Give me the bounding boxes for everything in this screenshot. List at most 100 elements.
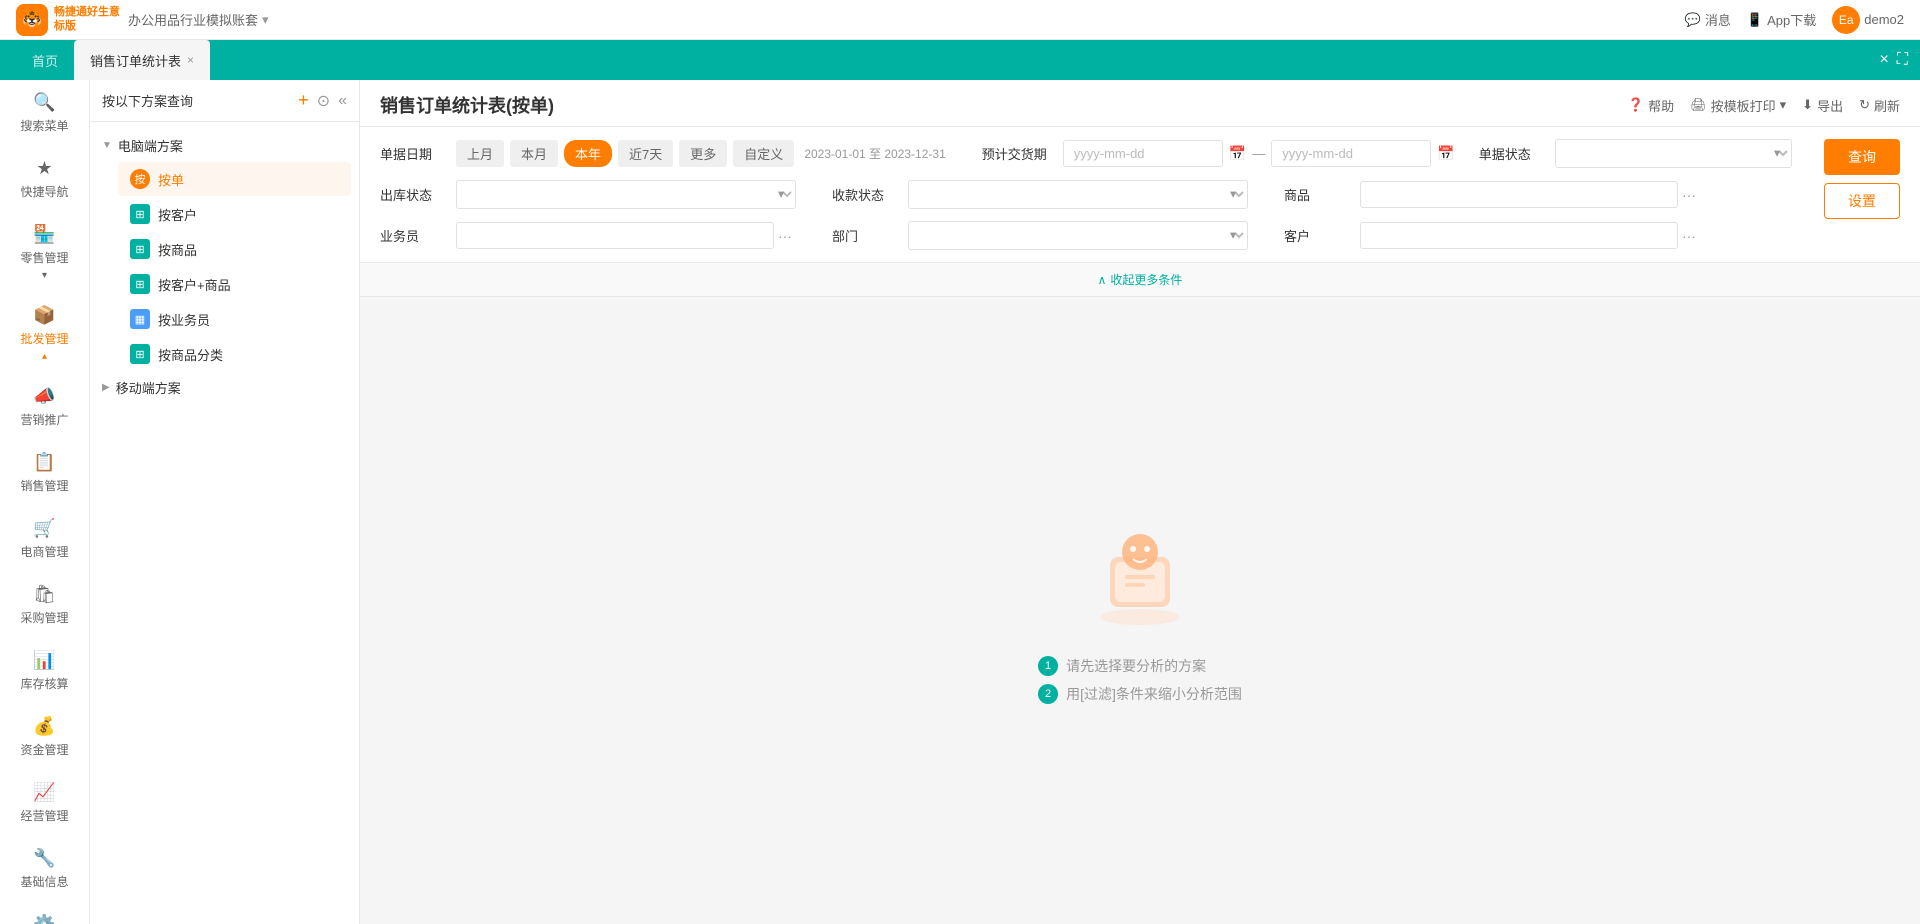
date-btn-last-month[interactable]: 上月	[456, 140, 504, 167]
message-action[interactable]: 💬 消息	[1685, 10, 1731, 29]
sidebar-item-finance[interactable]: 💰 资金管理	[0, 704, 89, 770]
salesman-input[interactable]	[456, 222, 774, 249]
date-btn-7days[interactable]: 近7天	[618, 140, 673, 167]
scheme-list: ▼ 电脑端方案 按 按单 ⊞ 按客户 ⊞	[90, 122, 359, 924]
out-status-label: 出库状态	[380, 185, 440, 204]
scheme-icon-by-order: 按	[130, 169, 150, 189]
export-label: 导出	[1817, 96, 1843, 115]
retail-expand-icon: ▾	[42, 270, 47, 281]
sidebar-sales-label: 销售管理	[20, 477, 68, 494]
empty-state: 1 请先选择要分析的方案 2 用[过滤]条件来缩小分析范围	[360, 297, 1920, 924]
export-button[interactable]: ⬇ 导出	[1802, 96, 1843, 115]
filter-row-1: 单据日期 上月 本月 本年 近7天 更多 自定义 2023-01-01 至 20…	[380, 139, 1792, 168]
empty-svg	[1080, 517, 1200, 637]
date-btn-this-month[interactable]: 本月	[510, 140, 558, 167]
scheme-item-by-order-label: 按单	[158, 170, 184, 189]
scheme-item-by-category[interactable]: ⊞ 按商品分类	[118, 337, 351, 371]
expected-date-from[interactable]	[1063, 140, 1223, 167]
finance-icon: 💰	[33, 716, 55, 737]
scheme-item-by-goods[interactable]: ⊞ 按商品	[118, 232, 351, 266]
query-button[interactable]: 查询	[1824, 139, 1900, 175]
collapse-text: 收起更多条件	[1110, 271, 1182, 288]
scheme-panel-actions: + ⊙ «	[298, 90, 347, 111]
user-action[interactable]: Ea demo2	[1832, 6, 1904, 34]
scheme-group-mobile-label: 移动端方案	[116, 378, 181, 397]
scheme-item-by-customer-goods[interactable]: ⊞ 按客户+商品	[118, 267, 351, 301]
window-close-icon[interactable]: ×	[1879, 51, 1888, 69]
scheme-item-by-order[interactable]: 按 按单	[118, 162, 351, 196]
sidebar-item-retail[interactable]: 🏪 零售管理 ▾	[0, 212, 89, 293]
sidebar-item-wholesale[interactable]: 📦 批发管理 ▴	[0, 293, 89, 374]
date-btn-more[interactable]: 更多	[679, 140, 727, 167]
help-button[interactable]: ❓ 帮助	[1628, 96, 1674, 115]
sidebar-item-ecommerce[interactable]: 🛒 电商管理	[0, 506, 89, 572]
scheme-collapse-icon[interactable]: «	[338, 92, 347, 110]
salesman-more-icon[interactable]: ···	[774, 228, 796, 244]
message-label: 消息	[1705, 10, 1731, 29]
refresh-icon: ↻	[1859, 97, 1870, 113]
sidebar-item-inventory[interactable]: 📊 库存核算	[0, 638, 89, 704]
scheme-group-mobile-header[interactable]: ▶ 移动端方案	[90, 372, 359, 403]
tab-close-icon[interactable]: ×	[187, 53, 194, 67]
sidebar-item-system[interactable]: ⚙️ 系统管理	[0, 902, 89, 924]
collapse-bar[interactable]: ∧ 收起更多条件	[360, 263, 1920, 297]
sidebar-quick-nav[interactable]: ★ 快捷导航	[0, 146, 89, 212]
sidebar-item-operation[interactable]: 📈 经营管理	[0, 770, 89, 836]
avatar: Ea	[1832, 6, 1860, 34]
scheme-group-mobile: ▶ 移动端方案	[90, 372, 359, 403]
pay-status-select[interactable]	[908, 180, 1248, 209]
sidebar-item-purchase[interactable]: 🛍 采购管理	[0, 572, 89, 638]
sidebar-search[interactable]: 🔍 搜索菜单	[0, 80, 89, 146]
out-status-select[interactable]	[456, 180, 796, 209]
tab-home-label: 首页	[32, 51, 58, 70]
dropdown-arrow-icon[interactable]: ▾	[262, 12, 269, 28]
inventory-icon: 📊	[33, 650, 55, 671]
tab-home[interactable]: 首页	[16, 40, 74, 80]
scheme-settings-icon[interactable]: ⊙	[317, 91, 330, 111]
top-bar-title: 办公用品行业模拟账套 ▾	[128, 10, 269, 29]
goods-more-icon[interactable]: ···	[1678, 187, 1700, 203]
window-maximize-icon[interactable]: ⛶	[1897, 51, 1908, 69]
goods-input[interactable]	[1360, 181, 1678, 208]
scheme-panel: 按以下方案查询 + ⊙ « ▼ 电脑端方案 按	[90, 80, 360, 924]
scheme-panel-title: 按以下方案查询	[102, 91, 193, 110]
scheme-icon-by-customer: ⊞	[130, 204, 150, 224]
content-area: 按以下方案查询 + ⊙ « ▼ 电脑端方案 按	[90, 80, 1920, 924]
scheme-item-by-cg-label: 按客户+商品	[158, 275, 231, 294]
date-btn-custom[interactable]: 自定义	[733, 140, 794, 167]
settings-button[interactable]: 设置	[1824, 183, 1900, 219]
sidebar-item-marketing[interactable]: 📣 营销推广	[0, 374, 89, 440]
expected-date-to[interactable]	[1271, 140, 1431, 167]
calendar-icon-from[interactable]: 📅	[1229, 145, 1246, 162]
scheme-group-desktop-header[interactable]: ▼ 电脑端方案	[90, 130, 359, 161]
sidebar-item-sales[interactable]: 📋 销售管理	[0, 440, 89, 506]
calendar-icon-to[interactable]: 📅	[1437, 145, 1454, 162]
scheme-item-by-salesman[interactable]: ▦ 按业务员	[118, 302, 351, 336]
customer-more-icon[interactable]: ···	[1678, 228, 1700, 244]
dept-select[interactable]	[908, 221, 1248, 250]
sidebar-wholesale-label: 批发管理	[20, 330, 68, 347]
logo-text: 畅捷通好生意 标版	[54, 6, 120, 32]
date-btn-this-year[interactable]: 本年	[564, 140, 612, 167]
scheme-icon-by-cg: ⊞	[130, 274, 150, 294]
sidebar-item-basic[interactable]: 🔧 基础信息	[0, 836, 89, 902]
scheme-item-by-customer[interactable]: ⊞ 按客户	[118, 197, 351, 231]
scheme-icon-by-category: ⊞	[130, 344, 150, 364]
refresh-button[interactable]: ↻ 刷新	[1859, 96, 1900, 115]
tab-sales-order[interactable]: 销售订单统计表 ×	[74, 40, 210, 80]
logo-icon: 🐯	[16, 4, 48, 36]
print-button[interactable]: 🖨 按模板打印 ▾	[1690, 96, 1786, 115]
right-area: 销售订单统计表(按单) ❓ 帮助 🖨 按模板打印 ▾ ⬇ 导出	[360, 80, 1920, 924]
sidebar-operation-label: 经营管理	[20, 807, 68, 824]
status-label: 单据状态	[1479, 144, 1539, 163]
status-select[interactable]	[1555, 139, 1792, 168]
scheme-add-icon[interactable]: +	[298, 90, 309, 111]
star-icon: ★	[36, 158, 52, 179]
message-icon: 💬	[1685, 12, 1701, 28]
download-action[interactable]: 📱 App下载	[1747, 10, 1816, 29]
customer-input[interactable]	[1360, 222, 1678, 249]
sidebar-search-label: 搜索菜单	[20, 117, 68, 134]
print-dropdown-icon: ▾	[1780, 97, 1787, 113]
sidebar-retail-label: 零售管理	[20, 249, 68, 266]
action-buttons: 查询 设置	[1824, 139, 1900, 219]
